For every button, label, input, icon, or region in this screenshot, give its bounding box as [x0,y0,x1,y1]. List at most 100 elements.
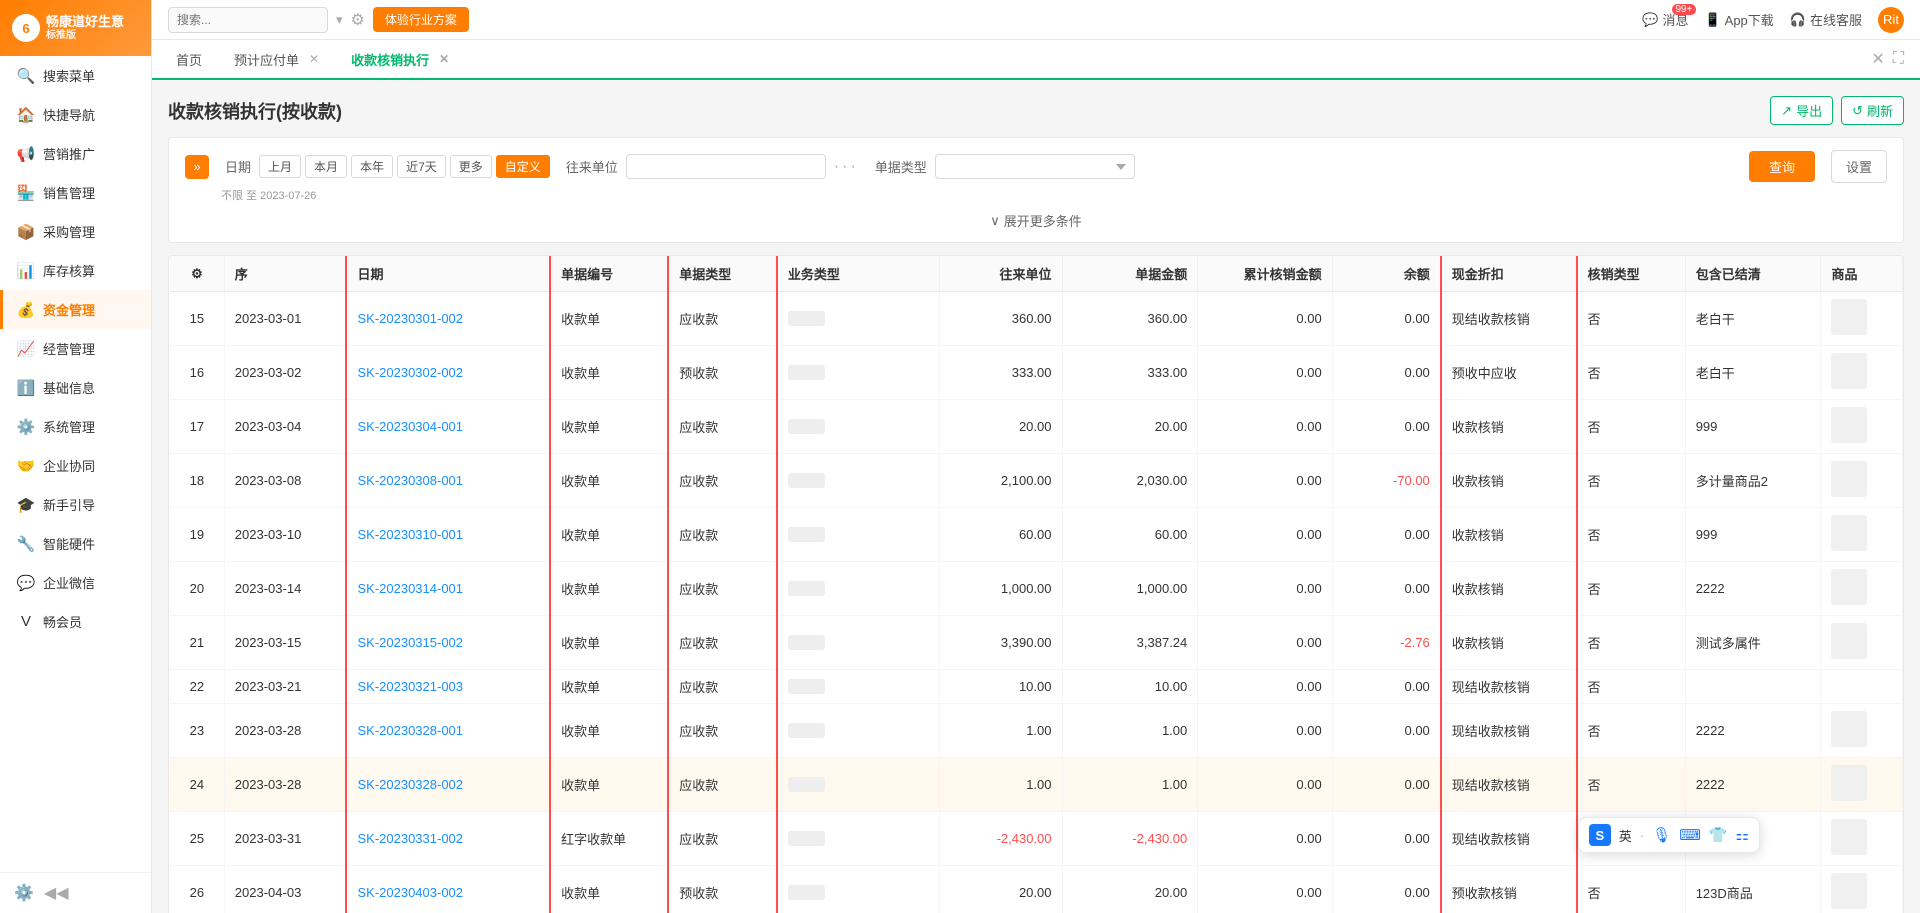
settings-button[interactable]: 设置 [1831,150,1887,183]
topbar-messages[interactable]: 💬 消息 99+ [1642,10,1688,29]
filter-collapse-button[interactable]: » [185,155,209,179]
filter-partner-dots[interactable]: ··· [834,158,859,176]
cell-balance: 0.00 [1198,292,1332,346]
query-button[interactable]: 查询 [1749,151,1815,182]
order-no-link[interactable]: SK-20230314-001 [357,581,463,596]
topbar-search-input[interactable] [168,7,328,33]
sidebar-item-finance[interactable]: 💰 资金管理 [0,290,151,329]
order-no-link[interactable]: SK-20230310-001 [357,527,463,542]
sidebar-item-operations[interactable]: 📈 经营管理 [0,329,151,368]
sidebar-item-inventory[interactable]: 📊 库存核算 [0,251,151,290]
cell-goods-img [1821,670,1903,704]
settings-bottom-icon[interactable]: ⚙️ [14,883,34,903]
sidebar-item-label: 系统管理 [43,417,95,436]
float-bar-shirt-icon[interactable]: 👕 [1709,826,1728,844]
sidebar-item-guide[interactable]: 🎓 新手引导 [0,485,151,524]
export-button[interactable]: ↗ 导出 [1770,96,1833,125]
member-icon: V [17,613,35,631]
order-no-link[interactable]: SK-20230328-002 [357,777,463,792]
float-bar-keyboard-icon[interactable]: ⌨ [1679,826,1701,844]
date-btn-last-month[interactable]: 上月 [259,155,301,178]
sidebar-item-basic[interactable]: ℹ️ 基础信息 [0,368,151,407]
topbar-dropdown-icon[interactable]: ▾ [336,12,343,28]
inventory-icon: 📊 [17,262,35,280]
tab-home[interactable]: 首页 [160,40,218,80]
table-row: 15 2023-03-01 SK-20230301-002 收款单 应收款 36… [170,292,1903,346]
refresh-button[interactable]: ↺ 刷新 [1841,96,1904,125]
tabbar-expand-icon[interactable]: ⛶ [1893,50,1904,68]
main-content: ▾ ⚙ 体验行业方案 💬 消息 99+ 📱 App下载 🎧 在线客服 Rit [152,0,1920,913]
cell-balance: 0.00 [1198,346,1332,400]
th-settings-icon[interactable]: ⚙ [170,256,224,292]
topbar-app-download[interactable]: 📱 App下载 [1704,10,1773,29]
cell-bill-type: 收款单 [550,758,668,812]
sidebar-item-marketing[interactable]: 📢 营销推广 [0,134,151,173]
topbar-breadcrumb: ▾ ⚙ 体验行业方案 [168,7,1630,33]
service-icon: 🎧 [1790,12,1806,28]
table-row: 18 2023-03-08 SK-20230308-001 收款单 应收款 2,… [170,454,1903,508]
partner-value [788,581,825,596]
date-btn-this-month[interactable]: 本月 [305,155,347,178]
tab-collection-close[interactable]: ✕ [439,52,449,66]
topbar-online-service[interactable]: 🎧 在线客服 [1790,10,1862,29]
filter-partner-label: 往来单位 [566,157,618,176]
sidebar-item-sales[interactable]: 🏪 销售管理 [0,173,151,212]
order-no-link[interactable]: SK-20230308-001 [357,473,463,488]
sidebar-item-member[interactable]: V 畅会员 [0,602,151,641]
purchase-icon: 📦 [17,223,35,241]
th-amount: 往来单位 [940,256,1062,292]
sidebar-item-quicknav[interactable]: 🏠 快捷导航 [0,95,151,134]
cell-biz-type: 应收款 [668,562,777,616]
filter-bill-type-select[interactable] [935,154,1135,179]
sidebar-item-search[interactable]: 🔍 搜索菜单 [0,56,151,95]
float-bar-mic-icon[interactable]: 🎙 [1652,826,1671,844]
cell-date: 2023-03-28 [224,704,346,758]
order-no-link[interactable]: SK-20230403-002 [357,885,463,900]
date-btn-custom[interactable]: 自定义 [496,155,550,178]
user-avatar[interactable]: Rit [1878,7,1904,33]
float-bar-apps-icon[interactable]: ⚏ [1736,826,1749,844]
cell-order-no: SK-20230310-001 [346,508,550,562]
cell-discount: 0.00 [1332,400,1441,454]
cell-goods-img [1821,704,1903,758]
order-no-link[interactable]: SK-20230331-002 [357,831,463,846]
order-no-link[interactable]: SK-20230302-002 [357,365,463,380]
tab-prepay-close[interactable]: ✕ [309,52,319,66]
date-btn-more[interactable]: 更多 [450,155,492,178]
topbar-gear-icon[interactable]: ⚙ [351,10,365,30]
sidebar-item-enterprise[interactable]: 🤝 企业协同 [0,446,151,485]
tabbar-close-icon[interactable]: ✕ [1871,49,1884,69]
sidebar-item-system[interactable]: ⚙️ 系统管理 [0,407,151,446]
order-no-link[interactable]: SK-20230321-003 [357,679,463,694]
cell-goods: 2222 [1685,562,1821,616]
sidebar-item-hardware[interactable]: 🔧 智能硬件 [0,524,151,563]
date-btn-this-year[interactable]: 本年 [351,155,393,178]
filter-partner-input[interactable] [626,154,826,179]
cell-balance: 0.00 [1198,866,1332,913]
collapse-icon[interactable]: ◀◀ [44,883,69,903]
sidebar-item-purchase[interactable]: 📦 采购管理 [0,212,151,251]
cell-goods: 2222 [1685,704,1821,758]
sidebar-item-label: 基础信息 [43,378,95,397]
cell-amount: 20.00 [940,866,1062,913]
message-badge: 99+ [1672,4,1697,15]
cell-date: 2023-03-08 [224,454,346,508]
date-btn-7days[interactable]: 近7天 [397,155,446,178]
tab-prepay[interactable]: 预计应付单 ✕ [218,40,335,80]
sidebar-item-wechat[interactable]: 💬 企业微信 [0,563,151,602]
order-no-link[interactable]: SK-20230315-002 [357,635,463,650]
cell-bill-type: 收款单 [550,562,668,616]
order-no-link[interactable]: SK-20230304-001 [357,419,463,434]
tab-collection[interactable]: 收款核销执行 ✕ [335,40,465,80]
cell-bill-type: 收款单 [550,616,668,670]
topbar-solution-button[interactable]: 体验行业方案 [373,7,469,32]
sidebar-item-label: 营销推广 [43,144,95,163]
order-no-link[interactable]: SK-20230301-002 [357,311,463,326]
column-settings-icon[interactable]: ⚙ [191,266,203,281]
order-no-link[interactable]: SK-20230328-001 [357,723,463,738]
cell-partner [777,866,940,913]
cell-seq: 19 [170,508,224,562]
cell-seq: 20 [170,562,224,616]
table-row: 23 2023-03-28 SK-20230328-001 收款单 应收款 1.… [170,704,1903,758]
expand-more-button[interactable]: ∨ 展开更多条件 [990,211,1082,230]
